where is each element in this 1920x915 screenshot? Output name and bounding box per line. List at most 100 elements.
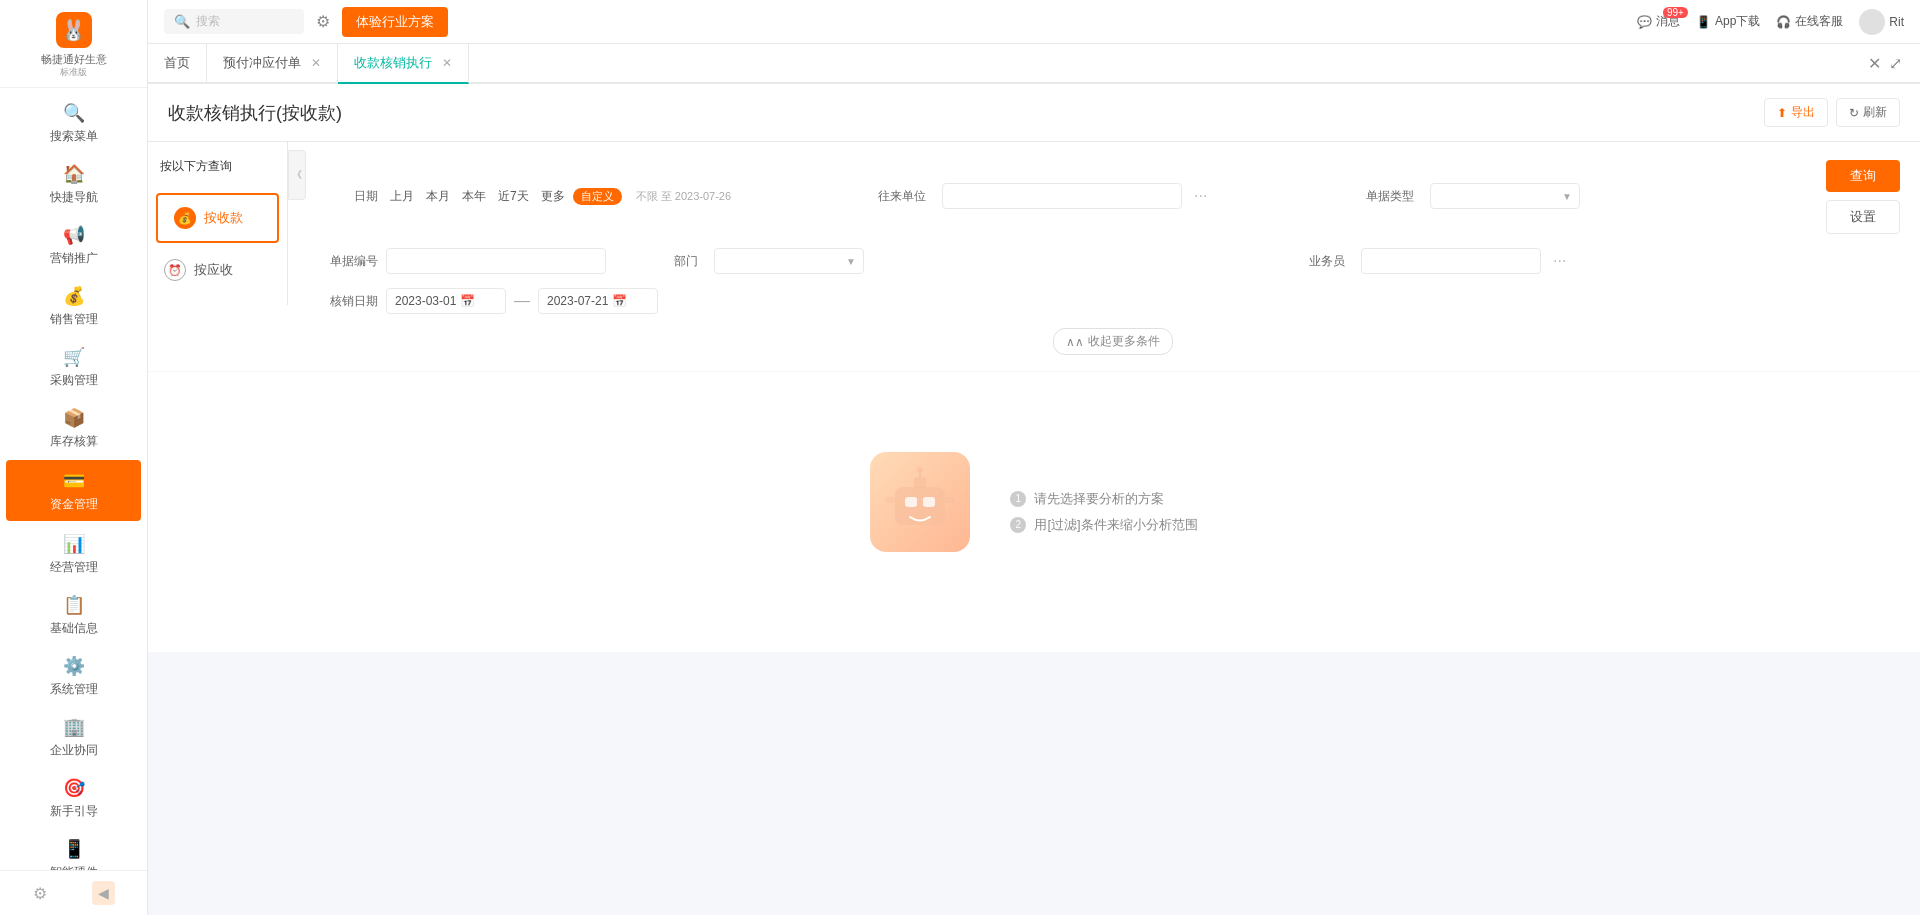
tab-bar: 首页 预付冲应付单 ✕ 收款核销执行 ✕ ✕ ⤢ [148, 44, 1920, 84]
partner-dots[interactable]: ··· [1190, 187, 1211, 205]
date-more[interactable]: 更多 [537, 186, 569, 207]
filter-panel: 按以下方查询 💰 按收款 ⏰ 按应收 《 [148, 142, 1920, 371]
doc-no-input[interactable] [386, 248, 606, 274]
tip1-text: 请先选择要分析的方案 [1034, 486, 1164, 512]
collapse-more-row: ∧∧ 收起更多条件 [326, 328, 1900, 355]
search-box[interactable]: 🔍 搜索 [164, 9, 304, 34]
sidebar-item-inventory[interactable]: 📦 库存核算 [0, 397, 147, 458]
sidebar-item-operation[interactable]: 📊 经营管理 [0, 523, 147, 584]
doc-type-select-wrapper: ▼ [1430, 183, 1580, 209]
service-label: 在线客服 [1795, 13, 1843, 30]
collapse-sidebar-button[interactable]: 《 [288, 150, 306, 200]
date-this-year[interactable]: 本年 [458, 186, 490, 207]
sidebar-item-sales[interactable]: 💰 销售管理 [0, 275, 147, 336]
collapse-more-button[interactable]: ∧∧ 收起更多条件 [1053, 328, 1173, 355]
purchase-icon: 🛒 [63, 346, 85, 368]
svg-rect-7 [945, 497, 955, 503]
writeoff-date-range: 2023-03-01 📅 — 2023-07-21 📅 [386, 288, 658, 314]
filter-option-by-receivable[interactable]: ⏰ 按应收 [148, 251, 287, 289]
tip2-text: 用[过滤]条件来缩小分析范围 [1034, 512, 1197, 538]
user-menu[interactable]: Rit [1859, 9, 1904, 35]
date-last-month[interactable]: 上月 [386, 186, 418, 207]
date-sub-text: 不限 至 2023-07-26 [636, 189, 731, 204]
svg-rect-1 [905, 497, 917, 507]
tab-home[interactable]: 首页 [156, 43, 207, 83]
collapse-sidebar-icon[interactable]: ◀ [92, 881, 115, 905]
settings-footer-icon[interactable]: ⚙ [33, 884, 47, 903]
expand-window-icon[interactable]: ⤢ [1889, 54, 1902, 73]
operation-icon: 📊 [63, 533, 85, 555]
doc-type-label: 单据类型 [1362, 188, 1422, 205]
dept-select[interactable] [714, 248, 864, 274]
topbar-actions: 💬 消息 99+ 📱 App下载 🎧 在线客服 Rit [1637, 9, 1904, 35]
app-download-button[interactable]: 📱 App下载 [1696, 13, 1760, 30]
collapse-more-icon: ∧∧ [1066, 335, 1084, 349]
app-icon: 📱 [1696, 15, 1711, 29]
staff-label: 业务员 [1293, 253, 1353, 270]
svg-rect-3 [914, 477, 926, 489]
collection-tab-label: 收款核销执行 [354, 54, 432, 72]
filter-option-by-receipt[interactable]: 💰 按收款 [158, 199, 277, 237]
search-menu-icon: 🔍 [63, 102, 85, 124]
date-this-month[interactable]: 本月 [422, 186, 454, 207]
sidebar-item-smart-hw[interactable]: 📱 智能硬件 [0, 828, 147, 870]
finance-icon: 💳 [63, 470, 85, 492]
sidebar-item-label: 库存核算 [50, 433, 98, 450]
date-custom-badge[interactable]: 自定义 [573, 188, 622, 205]
search-placeholder: 搜索 [196, 13, 220, 30]
page-actions: ⬆ 导出 ↻ 刷新 [1764, 98, 1900, 141]
setting-button[interactable]: 设置 [1826, 200, 1900, 234]
export-label: 导出 [1791, 104, 1815, 121]
sidebar-item-finance[interactable]: 💳 资金管理 [6, 460, 141, 521]
sidebar-item-label: 经营管理 [50, 559, 98, 576]
close-prepay-tab-icon[interactable]: ✕ [311, 56, 321, 70]
query-button[interactable]: 查询 [1826, 160, 1900, 192]
writeoff-start-date[interactable]: 2023-03-01 📅 [386, 288, 506, 314]
sidebar-item-guide[interactable]: 🎯 新手引导 [0, 767, 147, 828]
staff-dots[interactable]: ··· [1549, 252, 1570, 270]
tip2-num: 2 [1010, 517, 1026, 533]
partner-input[interactable] [942, 183, 1182, 209]
date-label: 日期 [326, 188, 386, 205]
sidebar-item-search-menu[interactable]: 🔍 搜索菜单 [0, 92, 147, 153]
sidebar-item-basic-info[interactable]: 📋 基础信息 [0, 584, 147, 645]
sidebar-item-marketing[interactable]: 📢 营销推广 [0, 214, 147, 275]
doc-type-select[interactable] [1430, 183, 1580, 209]
marketing-icon: 📢 [63, 224, 85, 246]
sidebar-item-enterprise[interactable]: 🏢 企业协同 [0, 706, 147, 767]
tab-collection[interactable]: 收款核销执行 ✕ [338, 44, 469, 84]
tab-prepay[interactable]: 预付冲应付单 ✕ [207, 43, 338, 83]
sidebar-logo: 🐰 畅捷通好生意 标准版 [0, 0, 147, 88]
by-receivable-label: 按应收 [194, 261, 233, 279]
sidebar-item-label: 销售管理 [50, 311, 98, 328]
app-label: App下载 [1715, 13, 1760, 30]
solution-button[interactable]: 体验行业方案 [342, 7, 448, 37]
sidebar-item-label: 新手引导 [50, 803, 98, 820]
message-button[interactable]: 💬 消息 99+ [1637, 13, 1680, 30]
writeoff-end-date[interactable]: 2023-07-21 📅 [538, 288, 658, 314]
export-button[interactable]: ⬆ 导出 [1764, 98, 1828, 127]
home-icon: 🏠 [63, 163, 85, 185]
tip1-num: 1 [1010, 491, 1026, 507]
settings-icon[interactable]: ⚙ [316, 12, 330, 31]
inventory-icon: 📦 [63, 407, 85, 429]
sidebar-item-purchase[interactable]: 🛒 采购管理 [0, 336, 147, 397]
system-icon: ⚙️ [63, 655, 85, 677]
staff-input[interactable] [1361, 248, 1541, 274]
sidebar-item-system[interactable]: ⚙️ 系统管理 [0, 645, 147, 706]
online-service-button[interactable]: 🎧 在线客服 [1776, 13, 1843, 30]
date-7days[interactable]: 近7天 [494, 186, 533, 207]
sales-icon: 💰 [63, 285, 85, 307]
sidebar-item-label: 资金管理 [50, 496, 98, 513]
filter-actions: 查询 设置 [1826, 158, 1900, 234]
message-badge: 99+ [1663, 7, 1688, 18]
sidebar-item-label: 营销推广 [50, 250, 98, 267]
sidebar-item-quick-nav[interactable]: 🏠 快捷导航 [0, 153, 147, 214]
writeoff-start-value: 2023-03-01 [395, 294, 456, 308]
sidebar: 🐰 畅捷通好生意 标准版 🔍 搜索菜单 🏠 快捷导航 📢 营销推广 💰 销售管理… [0, 0, 148, 915]
refresh-button[interactable]: ↻ 刷新 [1836, 98, 1900, 127]
close-window-icon[interactable]: ✕ [1868, 54, 1881, 73]
close-collection-tab-icon[interactable]: ✕ [442, 56, 452, 70]
sidebar-footer: ⚙ ◀ [0, 870, 147, 915]
refresh-label: 刷新 [1863, 104, 1887, 121]
